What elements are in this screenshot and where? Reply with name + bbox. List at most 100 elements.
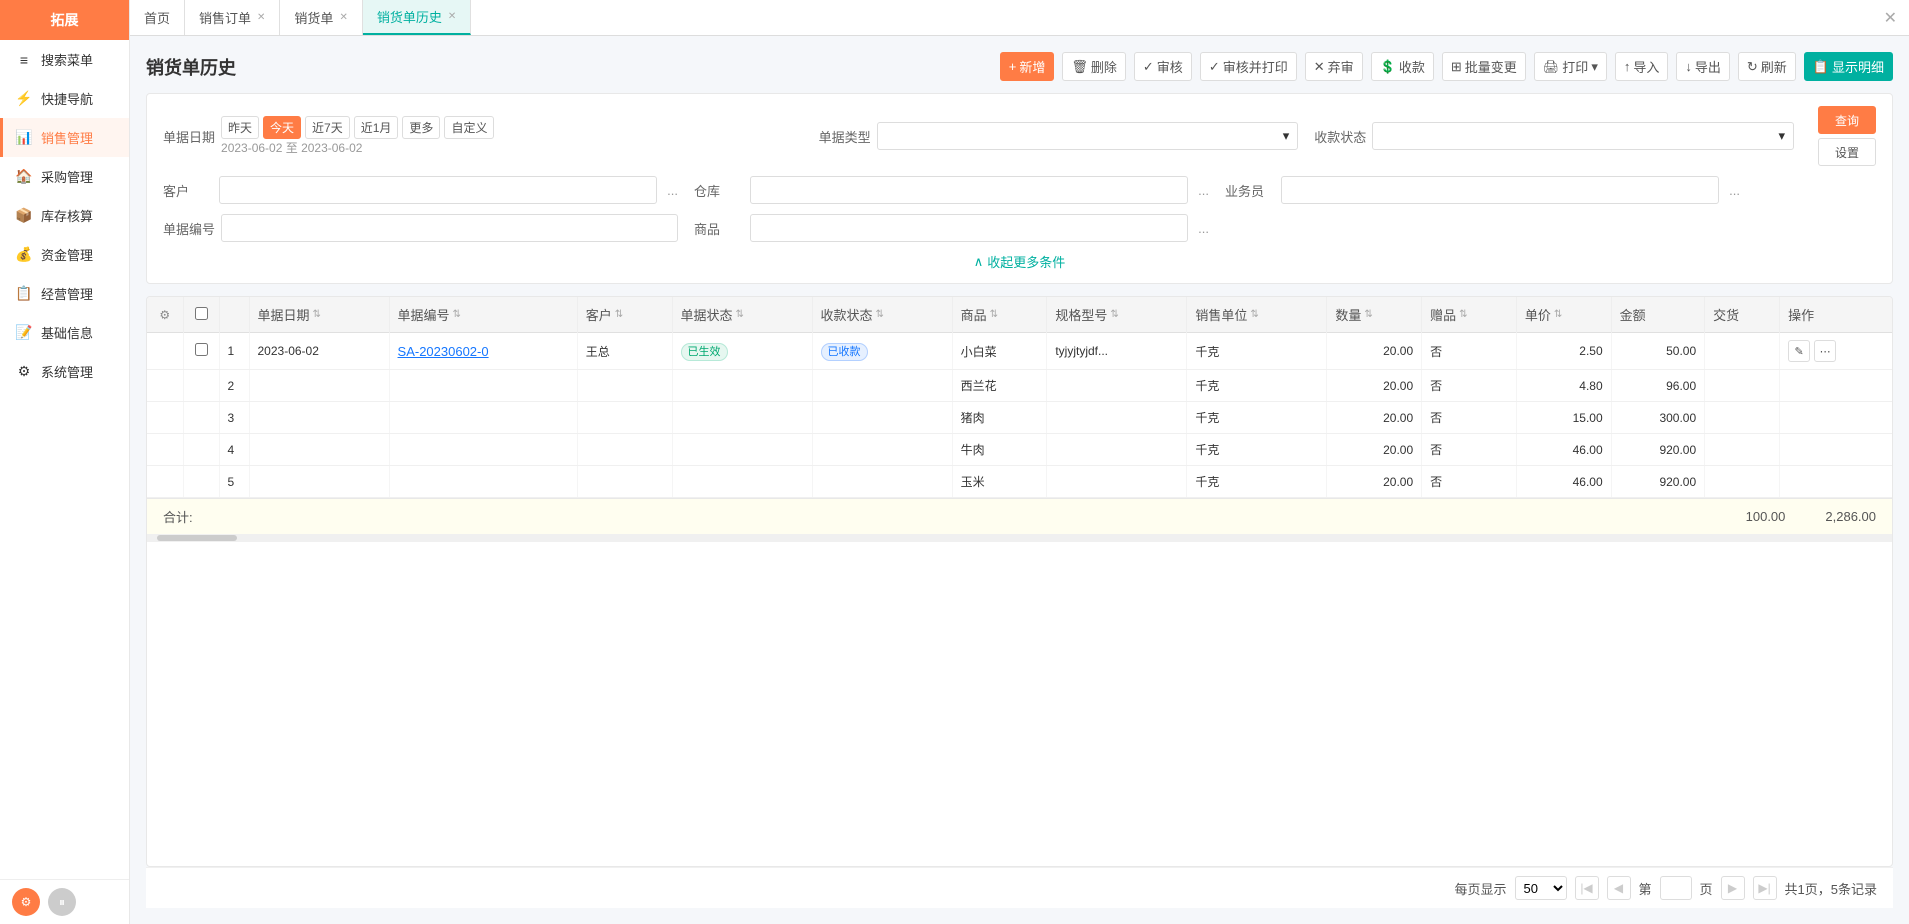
page-label: 第 xyxy=(1639,879,1652,898)
sidebar-item-label: 快捷导航 xyxy=(41,89,93,108)
sidebar-item-basic-info[interactable]: 📝 基础信息 xyxy=(0,313,129,352)
7days-btn[interactable]: 近7天 xyxy=(305,116,350,139)
delete-button[interactable]: 🗑 删除 xyxy=(1062,52,1126,81)
tab-sales-history-close[interactable]: ✕ xyxy=(448,11,456,22)
sidebar-item-operations[interactable]: 📋 经营管理 xyxy=(0,274,129,313)
next-page-btn[interactable]: ▶ xyxy=(1721,876,1745,900)
more-btn[interactable]: ⋯ xyxy=(1814,340,1836,362)
warehouse-dots[interactable]: ... xyxy=(1198,183,1209,198)
salesman-dots[interactable]: ... xyxy=(1729,183,1740,198)
payment-status-select[interactable]: ▾ xyxy=(1372,122,1794,150)
page-size-select[interactable]: 50 20 100 xyxy=(1515,876,1567,900)
warehouse-input[interactable] xyxy=(750,176,1188,204)
1month-btn[interactable]: 近1月 xyxy=(354,116,399,139)
sidebar-item-purchase-mgmt[interactable]: 🏠 采购管理 xyxy=(0,157,129,196)
filter-date-item: 单据日期 昨天 今天 近7天 近1月 更多 自定义 2023-06-02 至 2… xyxy=(163,116,803,156)
filter-row-3: 单据编号 商品 ... xyxy=(163,214,1876,242)
sidebar-item-finance[interactable]: 💰 资金管理 xyxy=(0,235,129,274)
import-button[interactable]: ↑ 导入 xyxy=(1615,52,1669,81)
edit-btn[interactable]: ✎ xyxy=(1788,340,1810,362)
add-icon: + xyxy=(1009,59,1017,74)
th-doc-date[interactable]: 单据日期⇅ xyxy=(249,297,389,333)
td-spec: tyjyjtyjdf... xyxy=(1047,333,1187,370)
scroll-bar[interactable] xyxy=(147,534,1892,542)
page-input[interactable]: 1 xyxy=(1660,876,1692,900)
last-page-btn[interactable]: ▶| xyxy=(1753,876,1777,900)
purchase-mgmt-icon: 🏠 xyxy=(15,168,33,185)
tab-sales-goods[interactable]: 销货单 ✕ xyxy=(280,0,362,35)
sidebar-item-sales-mgmt[interactable]: 📊 销售管理 xyxy=(0,118,129,157)
th-payment-status[interactable]: 收款状态⇅ xyxy=(812,297,952,333)
yesterday-btn[interactable]: 昨天 xyxy=(221,116,259,139)
th-goods[interactable]: 商品⇅ xyxy=(952,297,1047,333)
td-unit-price: 4.80 xyxy=(1516,370,1611,402)
today-btn[interactable]: 今天 xyxy=(263,116,301,139)
collapse-btn[interactable]: ∧ 收起更多条件 xyxy=(163,252,1876,271)
footer-total-qty: 100.00 xyxy=(1746,509,1786,524)
prev-page-btn[interactable]: ◀ xyxy=(1607,876,1631,900)
sidebar-item-system-mgmt[interactable]: ⚙ 系统管理 xyxy=(0,352,129,391)
audit-button[interactable]: ✓ 审核 xyxy=(1134,52,1192,81)
inventory-icon: 📦 xyxy=(15,207,33,224)
sidebar-item-label: 系统管理 xyxy=(41,362,93,381)
th-qty[interactable]: 数量⇅ xyxy=(1327,297,1422,333)
th-amount: 金额 xyxy=(1611,297,1705,333)
sidebar-settings-btn[interactable]: ⚙ xyxy=(12,888,40,916)
th-unit[interactable]: 销售单位⇅ xyxy=(1187,297,1327,333)
docno-input[interactable] xyxy=(221,214,678,242)
th-customer[interactable]: 客户⇅ xyxy=(577,297,672,333)
tab-home[interactable]: 首页 xyxy=(130,0,185,35)
collect-button[interactable]: 💲 收款 xyxy=(1371,52,1434,81)
audit-print-button[interactable]: ✓ 审核并打印 xyxy=(1200,52,1297,81)
td-customer xyxy=(577,370,672,402)
more-btn[interactable]: 更多 xyxy=(402,116,440,139)
first-page-btn[interactable]: |◀ xyxy=(1575,876,1599,900)
goods-dots[interactable]: ... xyxy=(1198,221,1209,236)
add-button[interactable]: + 新增 xyxy=(1000,52,1055,81)
th-spec[interactable]: 规格型号⇅ xyxy=(1047,297,1187,333)
th-settings[interactable]: ⚙ xyxy=(147,297,183,333)
sidebar-item-inventory[interactable]: 📦 库存核算 xyxy=(0,196,129,235)
page-header: 销货单历史 + 新增 🗑 删除 ✓ 审核 ✓ 审核并打印 xyxy=(146,52,1893,81)
tab-sales-order[interactable]: 销售订单 ✕ xyxy=(185,0,280,35)
abandon-button[interactable]: ✕ 弃审 xyxy=(1305,52,1363,81)
salesman-input[interactable] xyxy=(1281,176,1719,204)
query-button[interactable]: 查询 xyxy=(1818,106,1876,134)
batch-change-button[interactable]: ⊞ 批量变更 xyxy=(1442,52,1526,81)
goods-input[interactable] xyxy=(750,214,1188,242)
th-unit-price[interactable]: 单价⇅ xyxy=(1516,297,1611,333)
settings-filter-button[interactable]: 设置 xyxy=(1818,138,1876,166)
select-all-checkbox[interactable] xyxy=(195,307,208,320)
doc-type-select[interactable]: ▾ xyxy=(877,122,1299,150)
tabs-close-all[interactable]: ✕ xyxy=(1872,8,1909,28)
sidebar-item-quick-nav[interactable]: ⚡ 快捷导航 xyxy=(0,79,129,118)
refresh-button[interactable]: ↻ 刷新 xyxy=(1738,52,1796,81)
page-content: 销货单历史 + 新增 🗑 删除 ✓ 审核 ✓ 审核并打印 xyxy=(130,36,1909,924)
print-button[interactable]: 🖨 打印 ▾ xyxy=(1534,52,1607,81)
doc-no-link[interactable]: SA-20230602-0 xyxy=(398,344,489,359)
tab-sales-order-close[interactable]: ✕ xyxy=(257,12,265,23)
tab-sales-goods-close[interactable]: ✕ xyxy=(339,12,347,23)
td-goods: 牛肉 xyxy=(952,434,1047,466)
th-gift[interactable]: 赠品⇅ xyxy=(1422,297,1517,333)
sidebar-pause-btn[interactable]: ⏸ xyxy=(48,888,76,916)
td-rowno: 5 xyxy=(219,466,249,498)
td-goods: 西兰花 xyxy=(952,370,1047,402)
td-doc-status xyxy=(672,402,812,434)
tab-sales-history[interactable]: 销货单历史 ✕ xyxy=(363,0,471,35)
td-checkbox xyxy=(183,434,219,466)
th-doc-no[interactable]: 单据编号⇅ xyxy=(389,297,577,333)
td-unit-price: 2.50 xyxy=(1516,333,1611,370)
date-label: 单据日期 xyxy=(163,127,215,146)
customer-input[interactable] xyxy=(219,176,657,204)
sidebar-item-search-menu[interactable]: ≡ 搜索菜单 xyxy=(0,40,129,79)
th-doc-status[interactable]: 单据状态⇅ xyxy=(672,297,812,333)
export-button[interactable]: ↓ 导出 xyxy=(1676,52,1730,81)
customer-dots[interactable]: ... xyxy=(667,183,678,198)
row-checkbox[interactable] xyxy=(195,343,208,356)
tab-sales-goods-label: 销货单 xyxy=(294,8,333,27)
tab-sales-history-label: 销货单历史 xyxy=(377,7,442,26)
payment-status-badge: 已收款 xyxy=(821,343,868,361)
custom-btn[interactable]: 自定义 xyxy=(444,116,494,139)
show-detail-button[interactable]: 📋 显示明细 xyxy=(1804,52,1893,81)
